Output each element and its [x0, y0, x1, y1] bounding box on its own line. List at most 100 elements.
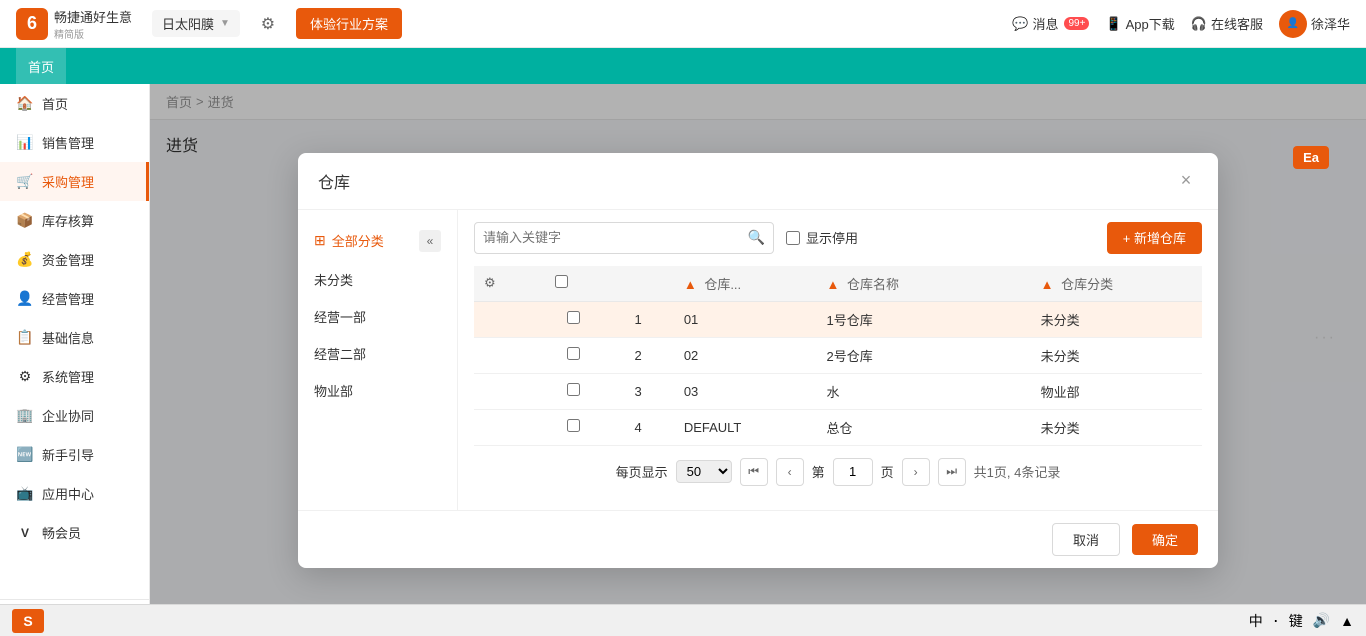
warehouse-modal: 仓库 × ⊞ 全部分类 « 未分类 [298, 153, 1218, 568]
row-checkbox-2[interactable] [567, 347, 580, 360]
second-nav: 首页 [0, 48, 1366, 84]
modal-footer: 取消 确定 [298, 510, 1218, 568]
row-category: 物业部 [1031, 373, 1202, 409]
table-row[interactable]: 1 01 1号仓库 未分类 [474, 301, 1202, 337]
system-icon: ⚙ [16, 368, 34, 385]
add-warehouse-button[interactable]: + 新增仓库 [1107, 222, 1202, 254]
taskbar-keyboard-icon[interactable]: 键 [1289, 611, 1303, 631]
sidebar-item-home[interactable]: 🏠 首页 [0, 84, 149, 123]
table-row[interactable]: 4 DEFAULT 总仓 未分类 [474, 409, 1202, 445]
row-checkbox-3[interactable] [567, 383, 580, 396]
modal-overlay: 仓库 × ⊞ 全部分类 « 未分类 [150, 84, 1366, 636]
row-num: 2 [602, 337, 673, 373]
messages-badge: 99+ [1064, 17, 1089, 30]
sidebar-item-inventory[interactable]: 📦 库存核算 [0, 201, 149, 240]
page-number-input[interactable] [833, 458, 873, 486]
search-box: 🔍 [474, 222, 774, 254]
sidebar-item-system[interactable]: ⚙ 系统管理 [0, 357, 149, 396]
row-settings [474, 409, 545, 445]
collapse-button[interactable]: « [419, 230, 441, 252]
modal-close-button[interactable]: × [1174, 169, 1198, 193]
company-selector[interactable]: 日太阳膜 ▼ [152, 10, 240, 37]
row-check [545, 337, 602, 373]
page-size-select[interactable]: 50 20 100 [676, 460, 732, 483]
top-header: 6 畅捷通好生意 精简版 日太阳膜 ▼ ⚙ 体验行业方案 💬 消息 99+ 📱 … [0, 0, 1366, 48]
page-first-button[interactable]: ⏮ [740, 458, 768, 486]
logo-area: 6 畅捷通好生意 精简版 [16, 7, 132, 41]
modal-title: 仓库 [318, 169, 350, 193]
show-disabled-checkbox[interactable] [786, 231, 800, 245]
row-settings [474, 301, 545, 337]
cancel-button[interactable]: 取消 [1052, 523, 1120, 556]
guide-icon: 🆕 [16, 446, 34, 463]
user-item[interactable]: 👤 徐泽华 [1279, 10, 1350, 38]
pagination: 每页显示 50 20 100 ⏮ ‹ 第 页 › [474, 446, 1202, 498]
select-all-checkbox[interactable] [555, 275, 568, 288]
sidebar-item-purchase[interactable]: 🛒 采购管理 [0, 162, 149, 201]
taskbar-chinese-icon[interactable]: 中 [1249, 611, 1263, 631]
category-header[interactable]: ⊞ 全部分类 « [298, 222, 457, 260]
col-num-header [602, 266, 673, 302]
col-category-header: ▲ 仓库分类 [1031, 266, 1202, 302]
second-nav-home[interactable]: 首页 [16, 48, 66, 84]
category-item-property[interactable]: 物业部 [298, 373, 457, 408]
page-last-button[interactable]: ⏭ [938, 458, 966, 486]
ea-badge: Ea [1293, 146, 1329, 169]
operations-icon: 👤 [16, 290, 34, 307]
page-prev-button[interactable]: ‹ [776, 458, 804, 486]
row-settings [474, 373, 545, 409]
enterprise-icon: 🏢 [16, 407, 34, 424]
taskbar-dot-icon[interactable]: · [1273, 610, 1279, 631]
messages-item[interactable]: 💬 消息 99+ [1012, 14, 1089, 33]
page-info: 共1页, 4条记录 [974, 462, 1061, 481]
confirm-button[interactable]: 确定 [1132, 524, 1198, 555]
trial-button[interactable]: 体验行业方案 [296, 8, 402, 39]
page-label: 第 [812, 462, 825, 481]
search-icon[interactable]: 🔍 [748, 229, 765, 246]
table-row[interactable]: 2 02 2号仓库 未分类 [474, 337, 1202, 373]
sidebar-item-sales[interactable]: 📊 销售管理 [0, 123, 149, 162]
row-name: 1号仓库 [817, 301, 1031, 337]
table-row[interactable]: 3 03 水 物业部 [474, 373, 1202, 409]
mobile-icon: 📱 [1105, 16, 1121, 32]
sidebar-item-basic-info[interactable]: 📋 基础信息 [0, 318, 149, 357]
table-area: 🔍 显示停用 + 新增仓库 ⚙ [458, 210, 1218, 510]
category-item-operations2[interactable]: 经营二部 [298, 336, 457, 371]
taskbar-sound-icon[interactable]: 🔊 [1313, 612, 1330, 629]
taskbar-upload-icon[interactable]: ▲ [1340, 613, 1354, 629]
sidebar-item-finance[interactable]: 💰 资金管理 [0, 240, 149, 279]
logo-text: 畅捷通好生意 精简版 [54, 7, 132, 41]
category-item-operations1[interactable]: 经营一部 [298, 299, 457, 334]
grid-icon: ⊞ [314, 232, 326, 249]
col-name-header: ▲ 仓库名称 [817, 266, 1031, 302]
col-check-header [545, 266, 602, 302]
sidebar-item-membership[interactable]: V 畅会员 [0, 513, 149, 552]
main-content: 首页 > 进货 进货 仓库 × ⊞ [150, 84, 1366, 636]
category-item-unclassified[interactable]: 未分类 [298, 262, 457, 297]
row-name: 总仓 [817, 409, 1031, 445]
sidebar-item-guide[interactable]: 🆕 新手引导 [0, 435, 149, 474]
search-input[interactable] [483, 230, 748, 245]
sidebar-item-apps[interactable]: 📺 应用中心 [0, 474, 149, 513]
row-checkbox-1[interactable] [567, 311, 580, 324]
online-service-item[interactable]: 🎧 在线客服 [1191, 14, 1263, 33]
row-checkbox-4[interactable] [567, 419, 580, 432]
warehouse-table: ⚙ ▲ 仓库... [474, 266, 1202, 446]
sidebar-item-enterprise[interactable]: 🏢 企业协同 [0, 396, 149, 435]
row-num: 4 [602, 409, 673, 445]
page-unit: 页 [881, 462, 894, 481]
show-disabled-label[interactable]: 显示停用 [786, 228, 858, 247]
settings-icon-button[interactable]: ⚙ [252, 8, 284, 40]
row-name: 水 [817, 373, 1031, 409]
s-logo-icon: S [12, 609, 44, 633]
sidebar-item-operations[interactable]: 👤 经营管理 [0, 279, 149, 318]
app-download-item[interactable]: 📱 App下载 [1105, 14, 1174, 33]
col-code-header: ▲ 仓库... [674, 266, 817, 302]
header-right: 💬 消息 99+ 📱 App下载 🎧 在线客服 👤 徐泽华 [1012, 10, 1350, 38]
taskbar: S 中 · 键 🔊 ▲ [0, 604, 1366, 636]
sidebar: 🏠 首页 📊 销售管理 🛒 采购管理 📦 库存核算 💰 资金管理 👤 经营管理 … [0, 84, 150, 636]
finance-icon: 💰 [16, 251, 34, 268]
headset-icon: 🎧 [1191, 16, 1207, 32]
message-icon: 💬 [1012, 16, 1028, 32]
page-next-button[interactable]: › [902, 458, 930, 486]
